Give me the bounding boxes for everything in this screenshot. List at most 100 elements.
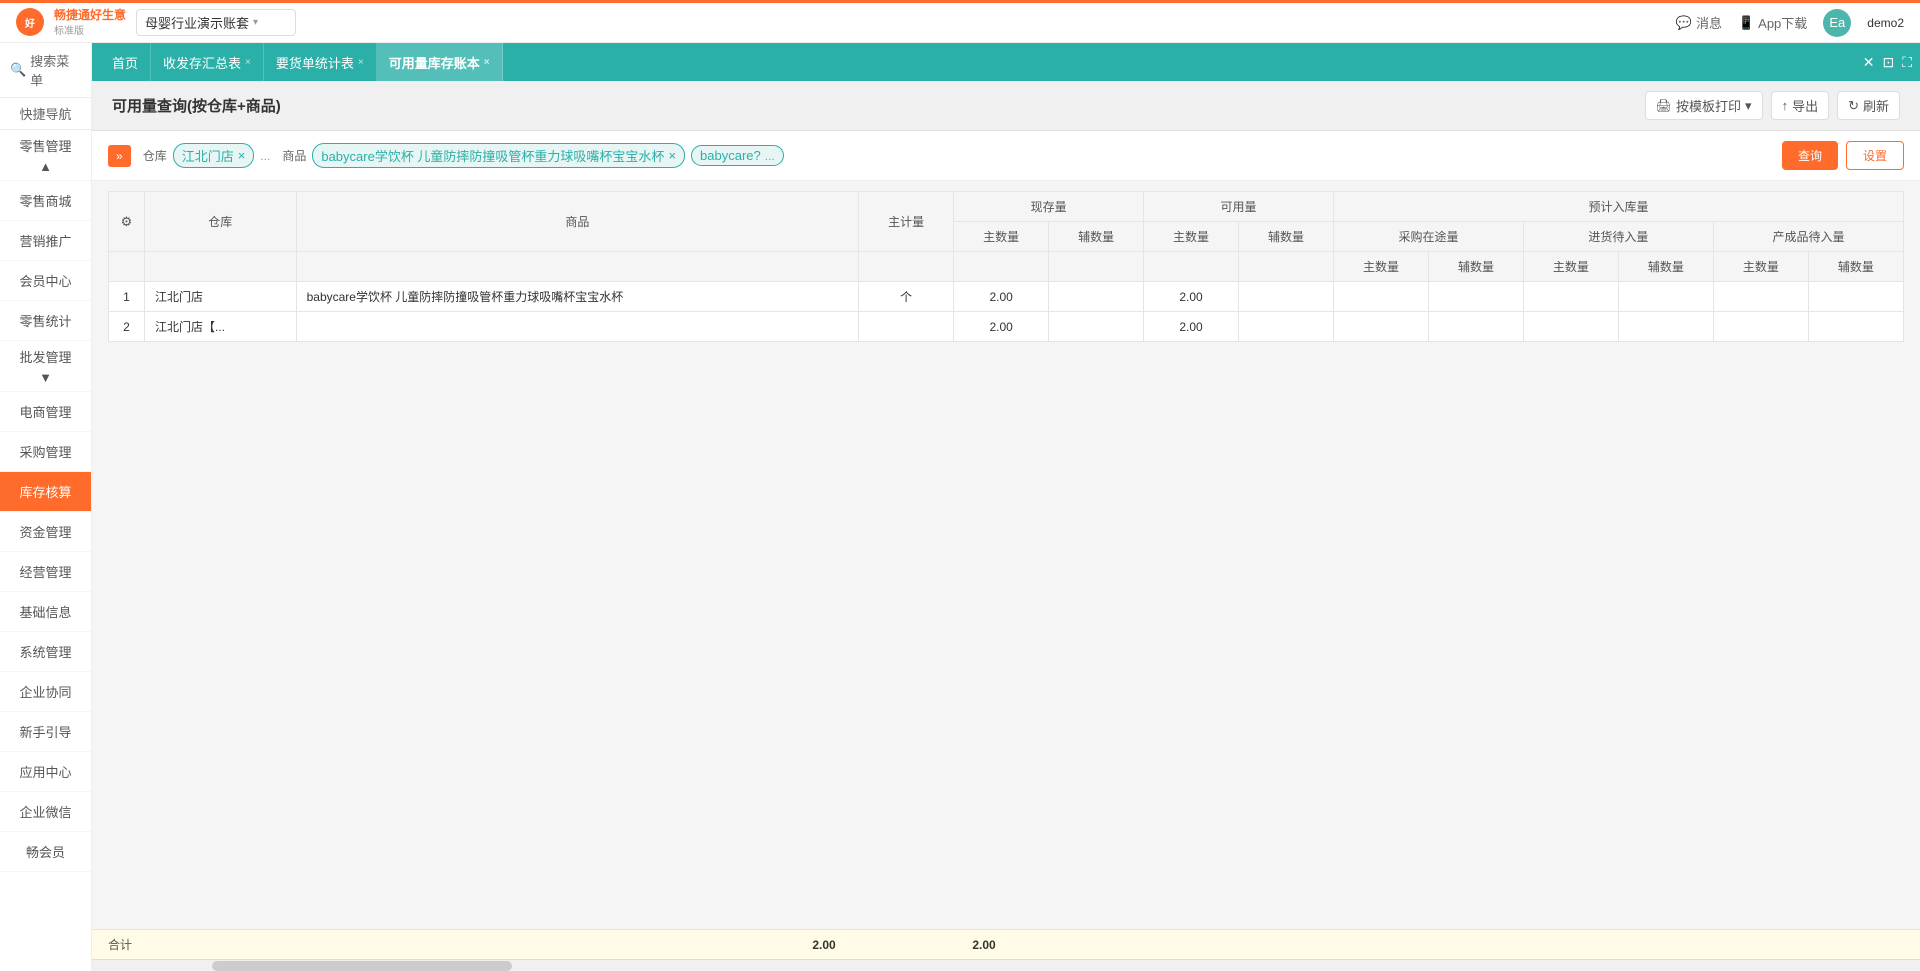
sidebar-item-purchase[interactable]: 采购管理 (0, 432, 91, 472)
username: demo2 (1867, 16, 1904, 30)
td-incoming-aux (1618, 312, 1713, 342)
remove-warehouse-tag[interactable]: × (238, 148, 246, 163)
tab-home[interactable]: 首页 (100, 43, 151, 81)
th-empty3 (296, 252, 859, 282)
logo-icon: 好 (16, 8, 44, 36)
chevron-up-icon: ▲ (39, 159, 52, 174)
sidebar-item-app-center[interactable]: 应用中心 (0, 752, 91, 792)
td-purchase-aux (1428, 312, 1523, 342)
sidebar-item-label: 新手引导 (19, 722, 71, 741)
product-more[interactable]: ... (765, 149, 775, 163)
table-footer: 合计 2.00 2.00 (92, 929, 1920, 959)
fullscreen-button[interactable]: ⛶ (1902, 54, 1912, 71)
close-icon[interactable]: × (484, 57, 490, 68)
sidebar-item-wholesale-manage[interactable]: 批发管理 ▼ (0, 341, 91, 392)
close-tab-button[interactable]: ✕ (1863, 54, 1875, 71)
sidebar-quick-nav[interactable]: 快捷导航 (0, 98, 91, 130)
td-production-main (1713, 312, 1808, 342)
th-incoming-aux: 辅数量 (1618, 252, 1713, 282)
remove-product-tag1[interactable]: × (668, 148, 676, 163)
avatar[interactable]: Ea (1823, 9, 1851, 37)
sidebar-item-finance[interactable]: 资金管理 (0, 512, 91, 552)
sidebar-item-wechat[interactable]: 企业微信 (0, 792, 91, 832)
gear-icon[interactable]: ⚙ (121, 214, 133, 229)
tab-controls: ✕ ⊡ ⛶ (1863, 54, 1912, 71)
refresh-button[interactable]: ↻ 刷新 (1837, 91, 1900, 120)
app-download-button[interactable]: 📱 App下载 (1738, 13, 1807, 32)
filter-bar: » 仓库 江北门店 × ... 商品 babycare学饮杯 儿童防摔防撞吸管杯… (92, 131, 1920, 181)
sidebar-search[interactable]: 🔍 搜索菜单 (0, 43, 91, 98)
td-no: 2 (109, 312, 145, 342)
product-tag1: babycare学饮杯 儿童防摔防撞吸管杯重力球吸嘴杯宝宝水杯 × (312, 143, 685, 168)
message-button[interactable]: 💬 消息 (1676, 13, 1722, 32)
sidebar: 🔍 搜索菜单 快捷导航 零售管理 ▲ 零售商城 营销推广 会员中心 零售统计 批… (0, 43, 92, 971)
warehouse-more[interactable]: ... (260, 149, 270, 163)
th-empty6 (1049, 252, 1144, 282)
top-bar-left: 好 畅捷通好生意 标准版 母婴行业演示账套 ▾ (16, 8, 296, 37)
tab-bar: 首页 收发存汇总表 × 要货单统计表 × 可用量库存账本 × ✕ ⊡ ⛶ (92, 43, 1920, 81)
sidebar-item-basic-info[interactable]: 基础信息 (0, 592, 91, 632)
td-incoming-main (1523, 282, 1618, 312)
search-button[interactable]: 查询 (1782, 141, 1838, 170)
tab-label: 要货单统计表 (276, 53, 354, 72)
sidebar-item-label: 畅会员 (26, 842, 65, 861)
export-icon: ↑ (1782, 98, 1789, 113)
print-button[interactable]: 🖨 按模板打印 ▾ (1645, 91, 1763, 120)
tab-receipt-summary[interactable]: 收发存汇总表 × (151, 43, 264, 81)
th-stock-group: 现存量 (954, 192, 1144, 222)
td-stock-aux (1049, 312, 1144, 342)
sidebar-item-guide[interactable]: 新手引导 (0, 712, 91, 752)
footer-label: 合计 (108, 936, 208, 953)
brand-sub: 标准版 (54, 22, 126, 37)
td-production-main (1713, 282, 1808, 312)
sidebar-item-member[interactable]: 会员中心 (0, 261, 91, 301)
th-incoming-main: 主数量 (1523, 252, 1618, 282)
th-purchase-aux: 辅数量 (1428, 252, 1523, 282)
warehouse-tag: 江北门店 × (173, 143, 255, 168)
tab-order-stats[interactable]: 要货单统计表 × (264, 43, 377, 81)
table-container: ⚙ 仓库 商品 主计量 现存量 可用量 预计入库量 主数量 辅数量 主数量 辅数… (92, 181, 1920, 929)
close-icon[interactable]: × (358, 57, 364, 68)
brand-info: 畅捷通好生意 标准版 (54, 8, 126, 37)
th-empty (109, 252, 145, 282)
sidebar-item-retail-mall[interactable]: 零售商城 (0, 181, 91, 221)
th-empty5 (954, 252, 1049, 282)
product-label: 商品 (282, 147, 306, 164)
footer-values: 2.00 2.00 (208, 938, 1104, 952)
th-empty4 (859, 252, 954, 282)
td-avail-aux (1239, 282, 1334, 312)
export-button[interactable]: ↑ 导出 (1771, 91, 1830, 120)
sidebar-item-retail-stats[interactable]: 零售统计 (0, 301, 91, 341)
setting-button[interactable]: 设置 (1846, 141, 1904, 170)
product-tag2: babycare? ... (691, 145, 784, 166)
account-label: 母婴行业演示账套 (145, 13, 249, 32)
sidebar-item-enterprise[interactable]: 企业协同 (0, 672, 91, 712)
print-icon: 🖨 (1656, 98, 1673, 114)
filter-expand-button[interactable]: » (108, 145, 131, 167)
sidebar-item-system[interactable]: 系统管理 (0, 632, 91, 672)
td-stock-main: 2.00 (954, 312, 1049, 342)
sidebar-item-member2[interactable]: 畅会员 (0, 832, 91, 872)
close-icon[interactable]: × (245, 57, 251, 68)
quick-nav-label: 快捷导航 (19, 107, 71, 122)
sidebar-item-label: 库存核算 (19, 482, 71, 501)
data-table: ⚙ 仓库 商品 主计量 现存量 可用量 预计入库量 主数量 辅数量 主数量 辅数… (108, 191, 1904, 342)
sidebar-item-marketing[interactable]: 营销推广 (0, 221, 91, 261)
account-dropdown[interactable]: 母婴行业演示账套 ▾ (136, 9, 296, 36)
th-production-aux: 辅数量 (1808, 252, 1903, 282)
sidebar-item-label: 应用中心 (19, 762, 71, 781)
sidebar-item-operations[interactable]: 经营管理 (0, 552, 91, 592)
sidebar-item-label: 采购管理 (19, 442, 71, 461)
footer-avail-main: 2.00 (944, 938, 1024, 952)
td-purchase-aux (1428, 282, 1523, 312)
tab-available-qty[interactable]: 可用量库存账本 × (377, 43, 503, 81)
minimize-button[interactable]: ⊡ (1882, 54, 1894, 71)
sidebar-item-retail-manage[interactable]: 零售管理 ▲ (0, 130, 91, 181)
th-avail-main: 主数量 (1144, 222, 1239, 252)
td-avail-main: 2.00 (1144, 312, 1239, 342)
th-settings[interactable]: ⚙ (109, 192, 145, 252)
sidebar-item-ecommerce[interactable]: 电商管理 (0, 392, 91, 432)
th-unit: 主计量 (859, 192, 954, 252)
th-available-group: 可用量 (1144, 192, 1334, 222)
sidebar-item-inventory[interactable]: 库存核算 (0, 472, 91, 512)
